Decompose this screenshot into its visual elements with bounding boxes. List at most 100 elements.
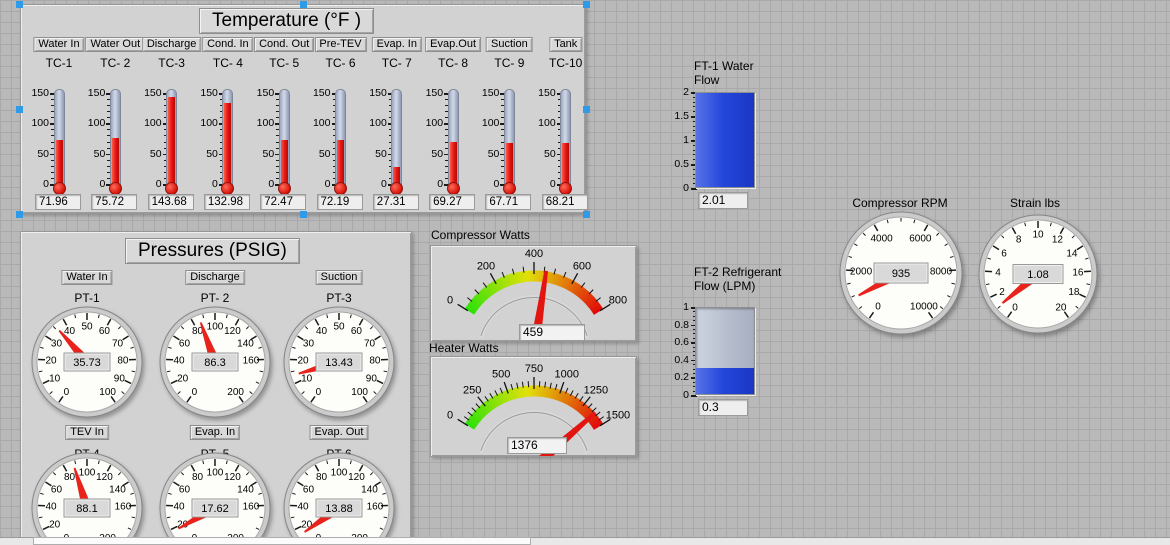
pressure-gauge-pt-6[interactable]: 02040608010012014016020013.88 [282,451,396,545]
scale-tick-label: 50 [262,147,275,160]
channel-id: TC- 8 [438,56,469,70]
scale-tick-label: 100 [200,117,218,130]
channel-id: TC- 2 [100,56,131,70]
thermometer-tc-7[interactable]: Evap. In TC- 7 0 50 100 150 27.31 [369,35,425,213]
svg-text:60: 60 [179,484,191,495]
selection-handle[interactable] [583,211,590,218]
scale-tick-label: 0 [549,178,556,190]
channel-label-button-suction: Suction [486,37,533,52]
heater-watts-label: Heater Watts [429,341,499,355]
scale-tick-label: 150 [200,87,218,99]
thermometer-fill [111,138,119,187]
svg-text:40: 40 [297,502,309,513]
pressure-label-button-evap-in: Evap. In [189,425,241,440]
scale-tick-label: 150 [538,87,556,99]
channel-id: TC- 9 [494,56,525,70]
thermometer-tc-3[interactable]: Discharge TC-3 0 50 100 150 143.68 [141,35,202,213]
selection-handle[interactable] [300,211,307,218]
pressures-panel[interactable]: Pressures (PSIG) Water In PT-1 0 10 20 30 40 50… [20,231,412,545]
scale-tick-label: 150 [481,87,500,99]
channel-id: TC-3 [158,56,185,70]
pressure-gauge-pt-2[interactable]: 020406080 100 12014016020086.3 [158,305,272,419]
svg-text:100: 100 [207,468,224,479]
thermometer-tc-10[interactable]: Tank TC-10 0 50 100 150 68.21 [538,35,594,213]
selection-handle[interactable] [300,1,307,8]
channel-label-button-water-out: Water Out [85,37,146,52]
scale-tick-label: 50 [37,147,49,160]
heater-watts-value: 1376 [507,437,567,454]
heater-watts-meter[interactable]: 0 250 500 750 1000 1250 1500 1376 [430,356,637,457]
svg-text:6: 6 [1001,248,1007,259]
thermometer-tc-8[interactable]: Evap.Out TC- 8 0 50 100 150 69.27 [425,35,482,213]
tank-scale-label: 0.6 [674,336,689,349]
thermometer-tc-4[interactable]: Cond. In TC- 4 0 50 100 150 132.98 [200,35,256,213]
channel-id: TC- 4 [212,56,243,70]
svg-text:1250: 1250 [584,385,608,397]
thermometer-tc-2[interactable]: Water Out TC- 2 0 50 100 150 75.72 [85,35,146,213]
thermometer-tc-1[interactable]: Water In TC-1 0 50 100 150 71.96 [31,35,87,213]
channel-id: TC- 5 [269,56,300,70]
svg-text:100: 100 [331,468,348,479]
scale-tick-label: 0 [212,178,218,190]
channel-value: 27.31 [372,194,419,210]
svg-text:10: 10 [301,373,313,384]
svg-text:16: 16 [1072,267,1084,278]
compressor-rpm-gauge[interactable]: 0 2000 4000 6000 8000 10000 935 [838,210,964,336]
strain-lbs-gauge[interactable]: 02 468 10 1214 16 1820 1.08 [977,213,1099,335]
pressure-gauge-pt-1[interactable]: 010203040 50 6070809010035.73 [30,305,144,419]
thermometer-fill [449,141,457,187]
pressure-gauge-id: PT-3 [326,291,352,305]
compressor-watts-meter[interactable]: 0 200 400 600 800 459 [430,245,637,342]
selection-handle[interactable] [16,106,23,113]
svg-text:160: 160 [115,502,132,513]
selection-handle[interactable] [583,1,590,8]
svg-text:4000: 4000 [870,234,893,245]
pressure-gauge-pt-4[interactable]: 02040608010012014016020088.1 [30,451,144,545]
svg-text:20: 20 [49,519,61,530]
svg-text:4: 4 [995,267,1001,278]
svg-text:10000: 10000 [910,301,938,312]
svg-text:10: 10 [1032,230,1044,241]
svg-text:40: 40 [173,356,185,367]
scale-tick-label: 100 [481,117,500,130]
svg-text:20: 20 [45,356,57,367]
horizontal-scrollbar-thumb[interactable] [33,537,531,545]
scale-tick-label: 150 [369,87,387,99]
selection-handle[interactable] [583,106,590,113]
svg-text:30: 30 [303,338,315,349]
thermometer-tc-9[interactable]: Suction TC- 9 0 50 100 150 67.71 [481,35,537,213]
tank-major-tick [691,395,697,397]
channel-id: TC-10 [549,56,583,70]
pressure-gauge-pt-5[interactable]: 02040608010012014016020017.62 [158,451,272,545]
tank-scale-label: 1 [683,134,689,146]
scale-tick-label: 150 [87,87,106,99]
pressure-gauge-id: PT- 2 [200,291,230,305]
svg-text:140: 140 [361,484,378,495]
channel-value: 132.98 [203,194,250,210]
selection-handle[interactable] [16,211,23,218]
svg-text:6000: 6000 [909,234,932,245]
thermometer-tc-5[interactable]: Cond. Out TC- 5 0 50 100 150 72.47 [254,35,315,213]
pressure-gauge-pt-3[interactable]: 010 20 3040 50 6070 80 90 100 13.43 [282,305,396,419]
scale-tick-label: 0 [268,178,275,190]
thermometer-fill [55,140,63,187]
tank-scale-label: 0.5 [674,158,689,170]
tank-scale-label: 0 [683,182,689,194]
scale-tick-label: 150 [31,87,49,99]
thermometer-fill [280,140,288,187]
gauge-value: 88.1 [76,503,97,515]
selection-handle[interactable] [16,1,23,8]
svg-text:80: 80 [192,472,204,483]
svg-text:0: 0 [447,410,453,422]
svg-text:20: 20 [1055,302,1067,313]
compressor-watts-label: Compressor Watts [431,228,530,242]
gauge-value: 13.88 [325,503,353,515]
temperature-panel[interactable]: Temperature (°F ) Water In TC-1 0 50 100 150 7… [20,4,588,214]
channel-id: TC-1 [45,56,73,70]
thermometer-tc-6[interactable]: Pre-TEV TC- 6 0 50 100 150 72.19 [313,35,369,213]
channel-value: 72.47 [260,194,307,210]
svg-text:160: 160 [367,502,384,513]
pressure-label-button-discharge: Discharge [185,270,245,285]
ft2-label-line2: Flow (LPM) [694,279,756,293]
svg-text:100: 100 [99,387,116,398]
